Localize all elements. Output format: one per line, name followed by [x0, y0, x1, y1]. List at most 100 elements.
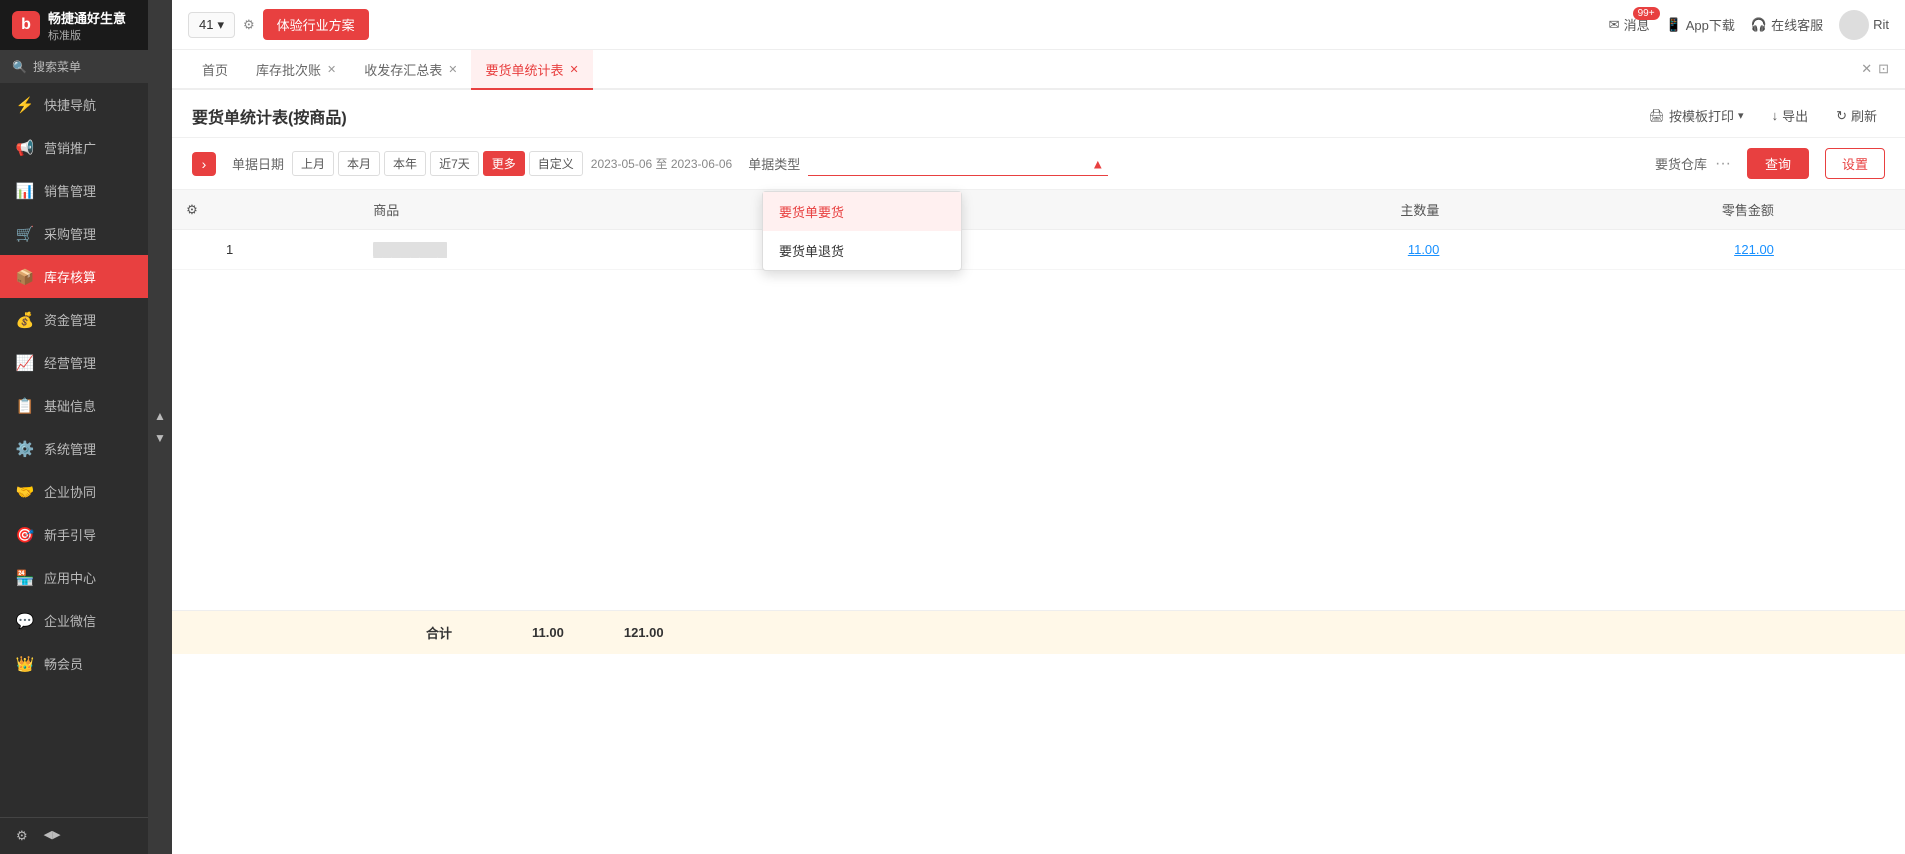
user-item[interactable]: Rit: [1839, 10, 1889, 40]
sidebar-item-label: 经营管理: [44, 353, 96, 372]
promo-button[interactable]: 体验行业方案: [263, 9, 369, 40]
sidebar-item-label: 企业协同: [44, 482, 96, 501]
sidebar-item-wechat[interactable]: 💬 企业微信: [0, 599, 148, 642]
print-template-btn[interactable]: 🖨 按模板打印 ▾: [1641, 102, 1752, 129]
finance-icon: 💰: [16, 311, 34, 329]
sidebar-item-marketing[interactable]: 📢 营销推广: [0, 126, 148, 169]
sidebar-item-operations[interactable]: 📈 经营管理: [0, 341, 148, 384]
sidebar-search[interactable]: 🔍 搜索菜单: [0, 50, 148, 83]
service-icon: 🎧: [1751, 17, 1767, 33]
store-dropdown-icon: ▾: [217, 17, 224, 33]
warehouse-filter-group: 要货仓库 ···: [1655, 154, 1731, 173]
user-avatar: [1839, 10, 1869, 40]
page-title: 要货单统计表(按商品): [192, 104, 347, 128]
dropdown-item-requisition-return[interactable]: 要货单退货: [763, 231, 961, 270]
row-amount: 121.00: [1453, 230, 1788, 270]
settings-icon-topbar[interactable]: ⚙: [243, 17, 255, 33]
settings-button[interactable]: 设置: [1825, 148, 1885, 179]
sidebar-item-system[interactable]: ⚙️ 系统管理: [0, 427, 148, 470]
sidebar-item-quick-nav[interactable]: ⚡ 快捷导航: [0, 83, 148, 126]
app-title: 畅捷通好生意: [48, 8, 126, 27]
sidebar-item-guide[interactable]: 🎯 新手引导: [0, 513, 148, 556]
page-body: 要货单统计表(按商品) 🖨 按模板打印 ▾ ↓ 导出 ↻ 刷新: [172, 90, 1905, 854]
page-actions: 🖨 按模板打印 ▾ ↓ 导出 ↻ 刷新: [1641, 102, 1886, 129]
summary-quantity: 11.00: [532, 625, 564, 640]
search-icon: 🔍: [12, 60, 27, 74]
operations-icon: 📈: [16, 354, 34, 372]
sidebar: b 畅捷通好生意 标准版 🔍 搜索菜单 ⚡ 快捷导航 📢 营销推广 📊 销售管理…: [0, 0, 148, 854]
tab-receivable-summary-label: 收发存汇总表: [364, 60, 442, 79]
online-service-label: 在线客服: [1771, 15, 1823, 34]
collapse-icon[interactable]: ◀▶: [44, 828, 61, 844]
tab-home-label: 首页: [202, 60, 228, 79]
store-selector[interactable]: 41 ▾: [188, 12, 235, 38]
settings-icon[interactable]: ⚙: [16, 828, 28, 844]
topbar: 41 ▾ ⚙ 体验行业方案 ✉ 消息 99+ 📱 App下载 🎧 在线客服 R: [172, 0, 1905, 50]
col-settings[interactable]: ⚙: [172, 190, 212, 230]
date-btn-this-year[interactable]: 本年: [384, 151, 426, 176]
tabbar: 首页 库存批次账 ✕ 收发存汇总表 ✕ 要货单统计表 ✕ ✕ ⊡: [172, 50, 1905, 90]
sidebar-item-label: 畅会员: [44, 654, 83, 673]
sidebar-item-sales[interactable]: 📊 销售管理: [0, 169, 148, 212]
tab-receivable-summary[interactable]: 收发存汇总表 ✕: [350, 50, 471, 90]
tab-requisition-stats[interactable]: 要货单统计表 ✕: [471, 50, 592, 90]
date-btn-custom[interactable]: 自定义: [529, 151, 583, 176]
app-download-item[interactable]: 📱 App下载: [1666, 15, 1735, 34]
sales-icon: 📊: [16, 182, 34, 200]
expand-filter-btn[interactable]: ›: [192, 152, 216, 176]
sidebar-item-inventory[interactable]: 📦 库存核算: [0, 255, 148, 298]
date-btn-this-month[interactable]: 本月: [338, 151, 380, 176]
date-btn-last-month[interactable]: 上月: [292, 151, 334, 176]
marketing-icon: 📢: [16, 139, 34, 157]
sidebar-item-appstore[interactable]: 🏪 应用中心: [0, 556, 148, 599]
page-header: 要货单统计表(按商品) 🖨 按模板打印 ▾ ↓ 导出 ↻ 刷新: [172, 90, 1905, 138]
date-btn-last-7[interactable]: 近7天: [430, 151, 479, 176]
dropdown-item-requisition-order[interactable]: 要货单要货: [763, 192, 961, 231]
wechat-icon: 💬: [16, 612, 34, 630]
row-index: 1: [212, 230, 359, 270]
logo-icon: b: [12, 11, 40, 39]
warehouse-more-icon[interactable]: ···: [1715, 155, 1731, 173]
refresh-label: 刷新: [1851, 106, 1877, 125]
type-dropdown-menu: 要货单要货 要货单退货: [762, 191, 962, 271]
tab-inventory-batch[interactable]: 库存批次账 ✕: [242, 50, 350, 90]
row-quantity: 11.00: [1173, 230, 1453, 270]
export-btn[interactable]: ↓ 导出: [1764, 102, 1817, 129]
sidebar-item-label: 新手引导: [44, 525, 96, 544]
topbar-left: 41 ▾ ⚙ 体验行业方案: [188, 9, 1597, 40]
type-filter-dropdown-icon[interactable]: ▲: [1091, 156, 1104, 171]
type-filter-input[interactable]: [808, 152, 1108, 176]
data-table: ⚙ 商品 主计量单位 主数量 零售金额 1: [172, 190, 1905, 270]
refresh-btn[interactable]: ↻ 刷新: [1828, 102, 1885, 129]
user-name: Rit: [1873, 17, 1889, 32]
tab-window-controls[interactable]: ✕ ⊡: [1861, 61, 1889, 77]
sidebar-item-enterprise[interactable]: 🤝 企业协同: [0, 470, 148, 513]
export-label: 导出: [1782, 106, 1808, 125]
row-extra: [1788, 230, 1905, 270]
sidebar-item-basic[interactable]: 📋 基础信息: [0, 384, 148, 427]
sidebar-item-finance[interactable]: 💰 资金管理: [0, 298, 148, 341]
sidebar-item-label: 系统管理: [44, 439, 96, 458]
messages-item[interactable]: ✉ 消息 99+: [1609, 15, 1650, 34]
sidebar-bottom: ⚙ ◀▶: [0, 817, 148, 854]
query-button[interactable]: 查询: [1747, 148, 1809, 179]
phone-icon: 📱: [1666, 17, 1682, 33]
member-icon: 👑: [16, 655, 34, 673]
tab-receivable-summary-close[interactable]: ✕: [448, 63, 457, 76]
sidebar-item-label: 应用中心: [44, 568, 96, 587]
row-product: ████████: [359, 230, 784, 270]
guide-icon: 🎯: [16, 526, 34, 544]
tab-requisition-stats-close[interactable]: ✕: [570, 63, 579, 76]
expand-window-icon[interactable]: ⊡: [1878, 61, 1889, 77]
online-service-item[interactable]: 🎧 在线客服: [1751, 15, 1823, 34]
tab-home[interactable]: 首页: [188, 50, 242, 90]
sidebar-item-purchase[interactable]: 🛒 采购管理: [0, 212, 148, 255]
print-dropdown-icon: ▾: [1738, 109, 1744, 122]
date-btn-more[interactable]: 更多: [483, 151, 525, 176]
message-icon: ✉: [1609, 17, 1620, 33]
tab-inventory-batch-close[interactable]: ✕: [327, 63, 336, 76]
sidebar-item-member[interactable]: 👑 畅会员: [0, 642, 148, 685]
sidebar-scroll[interactable]: ▲ ▼: [148, 0, 172, 854]
close-window-icon[interactable]: ✕: [1861, 61, 1872, 77]
date-range-display: 2023-05-06 至 2023-06-06: [591, 155, 732, 172]
